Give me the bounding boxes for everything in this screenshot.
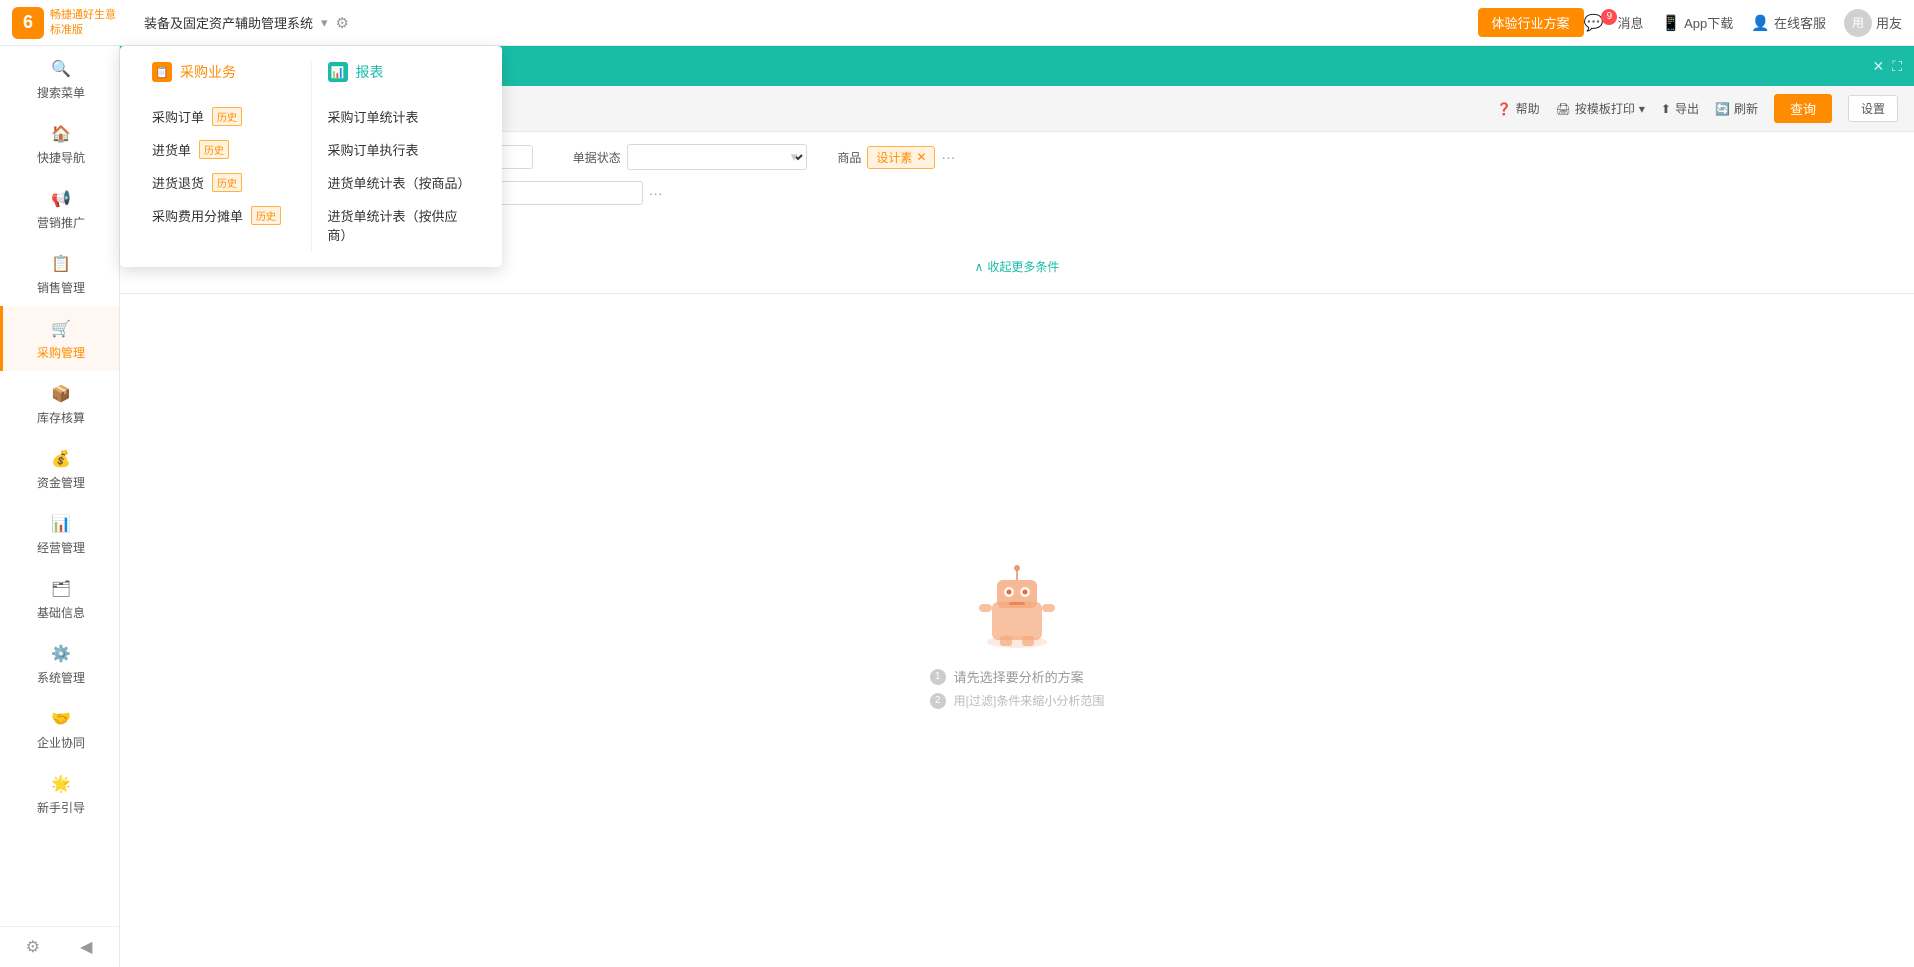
sidebar-item-search[interactable]: 🔍 搜索菜单 bbox=[0, 46, 119, 111]
hint2-num-icon: 2 bbox=[930, 693, 946, 709]
sidebar-item-basic[interactable]: 🗂 基础信息 bbox=[0, 566, 119, 631]
query-button[interactable]: 查询 bbox=[1774, 94, 1832, 123]
sidebar-item-purchase[interactable]: 🛒 采购管理 bbox=[0, 306, 119, 371]
sidebar-collapse-btn[interactable]: ◀ bbox=[64, 937, 110, 957]
dropdown-item-return[interactable]: 进货退货 历史 bbox=[152, 166, 295, 199]
app-download-item[interactable]: 📱 App下载 bbox=[1661, 13, 1733, 32]
robot-svg bbox=[957, 552, 1077, 652]
hist-badge-0: 历史 bbox=[212, 107, 242, 126]
logo: 6 畅捷通好生意 标准版 bbox=[12, 7, 132, 39]
hist-badge-3: 历史 bbox=[251, 206, 281, 225]
hist-badge-2: 历史 bbox=[212, 173, 242, 192]
top-bar: 6 畅捷通好生意 标准版 装备及固定资产辅助管理系统 ▾ ⚙ 体验行业方案 💬 … bbox=[0, 0, 1914, 46]
bill-status-label: 单据状态 bbox=[573, 149, 621, 166]
report-col-icon: 📊 bbox=[328, 62, 348, 82]
online-service-item[interactable]: 👤 在线客服 bbox=[1751, 13, 1826, 32]
dropdown-item-receipt[interactable]: 进货单 历史 bbox=[152, 133, 295, 166]
bill-status-filter: 单据状态 ▾ bbox=[573, 144, 798, 170]
top-bar-right: 💬 9 消息 📱 App下载 👤 在线客服 用 用友 bbox=[1584, 9, 1902, 37]
dropdown-item-order-stat[interactable]: 采购订单统计表 bbox=[328, 100, 471, 133]
inventory-icon: 📦 bbox=[50, 383, 72, 405]
dropdown-report-title: 📊 报表 bbox=[328, 62, 471, 88]
sidebar-item-operations[interactable]: 📊 经营管理 bbox=[0, 501, 119, 566]
logo-text: 畅捷通好生意 标准版 bbox=[50, 8, 116, 37]
dropdown-menu: 📋 采购业务 采购订单 历史 进货单 历史 进货退货 历史 采购费用分摊单 历史… bbox=[120, 46, 502, 267]
refresh-button[interactable]: 🔄 刷新 bbox=[1715, 100, 1758, 117]
dropdown-report-col: 📊 报表 采购订单统计表 采购订单执行表 进货单统计表（按商品） 进货单统计表（… bbox=[312, 62, 487, 251]
dropdown-item-order-exec[interactable]: 采购订单执行表 bbox=[328, 133, 471, 166]
marketing-icon: 📢 bbox=[50, 188, 72, 210]
help-icon: ❓ bbox=[1497, 102, 1512, 116]
salesman-dots-btn[interactable]: ··· bbox=[649, 185, 663, 201]
purchase-col-icon: 📋 bbox=[152, 62, 172, 82]
sidebar-item-sales[interactable]: 📋 销售管理 bbox=[0, 241, 119, 306]
messages-item[interactable]: 💬 9 消息 bbox=[1584, 13, 1644, 33]
sales-icon: 📋 bbox=[50, 253, 72, 275]
sidebar-item-inventory[interactable]: 📦 库存核算 bbox=[0, 371, 119, 436]
sidebar-item-enterprise[interactable]: 🤝 企业协同 bbox=[0, 696, 119, 761]
sidebar-settings-btn[interactable]: ⚙ bbox=[10, 937, 56, 957]
system-icon: ⚙️ bbox=[50, 643, 72, 665]
guide-icon: 🌟 bbox=[50, 773, 72, 795]
tab-expand-icon[interactable]: ⛶ bbox=[1892, 58, 1902, 75]
enterprise-icon: 🤝 bbox=[50, 708, 72, 730]
goods-tag: 设计素 ✕ bbox=[867, 146, 935, 169]
dropdown-purchase-title: 📋 采购业务 bbox=[152, 62, 295, 88]
dropdown-item-receipt-stat-supplier[interactable]: 进货单统计表（按供应商） bbox=[328, 199, 471, 251]
basic-icon: 🗂 bbox=[50, 578, 72, 600]
search-icon: 🔍 bbox=[50, 58, 72, 80]
collapse-arrow-icon: ∧ bbox=[975, 260, 984, 274]
finance-icon: 💰 bbox=[50, 448, 72, 470]
sidebar-item-marketing[interactable]: 📢 营销推广 bbox=[0, 176, 119, 241]
help-button[interactable]: ❓ 帮助 bbox=[1497, 100, 1540, 117]
tab-bar-actions: ✕ ⛶ bbox=[1872, 58, 1914, 75]
title-dropdown-icon[interactable]: ▾ bbox=[321, 15, 328, 31]
settings-button[interactable]: 设置 bbox=[1848, 95, 1898, 122]
mobile-icon: 📱 bbox=[1661, 14, 1680, 32]
tab-close-all-icon[interactable]: ✕ bbox=[1872, 58, 1884, 75]
export-button[interactable]: ⬆ 导出 bbox=[1661, 100, 1699, 117]
empty-hint-2: 用[过滤]条件来缩小分析范围 bbox=[954, 692, 1105, 709]
service-icon: 👤 bbox=[1751, 14, 1770, 32]
empty-illustration bbox=[957, 552, 1077, 655]
avatar: 用 bbox=[1844, 9, 1872, 37]
dropdown-purchase-col: 📋 采购业务 采购订单 历史 进货单 历史 进货退货 历史 采购费用分摊单 历史 bbox=[136, 62, 312, 251]
purchase-icon: 🛒 bbox=[50, 318, 72, 340]
settings-gear-icon[interactable]: ⚙ bbox=[336, 14, 349, 32]
content-area: 1 请先选择要分析的方案 2 用[过滤]条件来缩小分析范围 bbox=[120, 294, 1914, 967]
hist-badge-1: 历史 bbox=[199, 140, 229, 159]
sidebar: 🔍 搜索菜单 🏠 快捷导航 📢 营销推广 📋 销售管理 🛒 采购管理 📦 库存核… bbox=[0, 46, 120, 967]
bill-status-select[interactable] bbox=[627, 144, 807, 170]
print-dropdown-icon[interactable]: ▾ bbox=[1639, 102, 1645, 116]
sidebar-item-guide[interactable]: 🌟 新手引导 bbox=[0, 761, 119, 826]
sidebar-bottom: ⚙ ◀ bbox=[0, 926, 119, 967]
empty-hint-1: 请先选择要分析的方案 bbox=[954, 667, 1084, 686]
sidebar-item-quick[interactable]: 🏠 快捷导航 bbox=[0, 111, 119, 176]
hint1-num-icon: 1 bbox=[930, 669, 946, 685]
goods-label: 商品 bbox=[837, 149, 861, 166]
dropdown-item-expense[interactable]: 采购费用分摊单 历史 bbox=[152, 199, 295, 232]
system-title: 装备及固定资产辅助管理系统 ▾ ⚙ bbox=[132, 13, 1470, 32]
industry-button[interactable]: 体验行业方案 bbox=[1478, 8, 1584, 37]
refresh-icon: 🔄 bbox=[1715, 102, 1730, 116]
user-item[interactable]: 用 用友 bbox=[1844, 9, 1902, 37]
message-icon: 💬 bbox=[1584, 13, 1604, 33]
sidebar-item-system[interactable]: ⚙️ 系统管理 bbox=[0, 631, 119, 696]
goods-dots-btn[interactable]: ··· bbox=[941, 149, 955, 165]
print-icon: 🖨 bbox=[1556, 102, 1571, 116]
dropdown-item-purchase-order[interactable]: 采购订单 历史 bbox=[152, 100, 295, 133]
goods-filter: 商品 设计素 ✕ ··· bbox=[837, 146, 955, 169]
dropdown-item-receipt-stat-goods[interactable]: 进货单统计表（按商品） bbox=[328, 166, 471, 199]
print-button[interactable]: 🖨 按模板打印 ▾ bbox=[1556, 100, 1645, 117]
home-icon: 🏠 bbox=[50, 123, 72, 145]
goods-tag-close[interactable]: ✕ bbox=[916, 150, 926, 164]
export-icon: ⬆ bbox=[1661, 102, 1671, 116]
operations-icon: 📊 bbox=[50, 513, 72, 535]
sidebar-item-finance[interactable]: 💰 资金管理 bbox=[0, 436, 119, 501]
message-badge: 9 bbox=[1601, 9, 1617, 25]
logo-icon: 6 bbox=[12, 7, 44, 39]
